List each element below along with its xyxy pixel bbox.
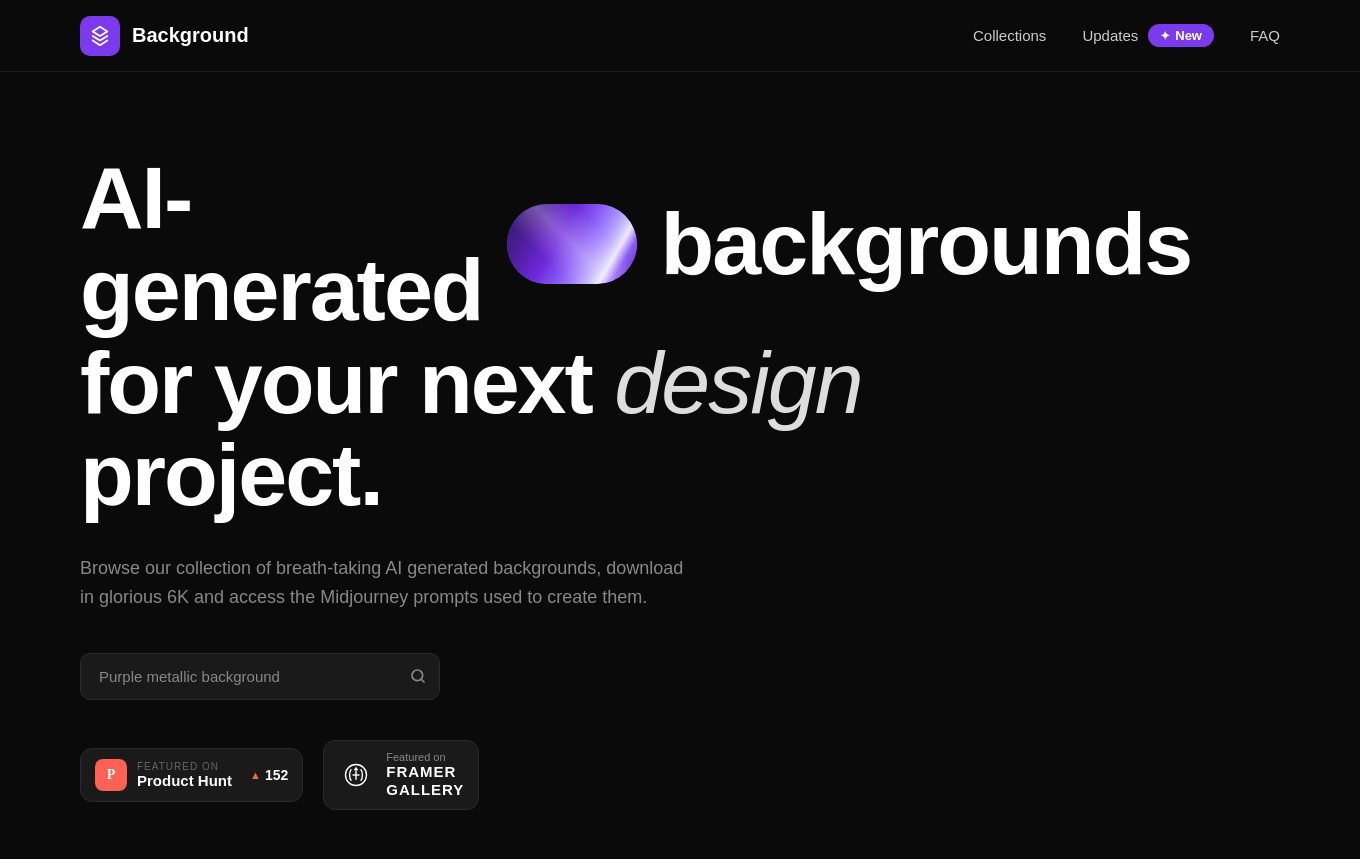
ph-count: 152 xyxy=(265,767,288,783)
ph-featured-on-label: FEATURED ON xyxy=(137,761,232,772)
hero-title: AI-generated backgrounds for your next d… xyxy=(80,152,1020,522)
hero-title-line2-part1: for your next xyxy=(80,333,592,432)
nav-updates[interactable]: Updates xyxy=(1082,27,1138,44)
framer-badge[interactable]: Featured on FRAMER GALLERY xyxy=(323,740,479,810)
ph-count-area: ▲ 152 xyxy=(250,767,288,783)
logo-icon xyxy=(80,16,120,56)
nav-collections[interactable]: Collections xyxy=(973,27,1046,44)
hero-title-part2: backgrounds xyxy=(661,198,1192,290)
updates-area: Updates ✦ New xyxy=(1082,24,1214,47)
new-badge-label: New xyxy=(1175,28,1202,43)
hero-section: AI-generated backgrounds for your next d… xyxy=(0,72,1100,859)
framer-logo xyxy=(338,757,374,793)
framer-gallery-name: FRAMER GALLERY xyxy=(386,763,464,799)
new-badge[interactable]: ✦ New xyxy=(1148,24,1214,47)
hero-title-part1: AI-generated xyxy=(80,152,483,337)
product-hunt-badge[interactable]: P FEATURED ON Product Hunt ▲ 152 xyxy=(80,748,303,802)
search-input[interactable] xyxy=(80,653,440,700)
product-hunt-text: FEATURED ON Product Hunt xyxy=(137,761,232,789)
product-hunt-logo: P xyxy=(95,759,127,791)
nav-links: Collections Updates ✦ New FAQ xyxy=(973,24,1280,47)
svg-line-1 xyxy=(421,680,424,683)
hero-description: Browse our collection of breath-taking A… xyxy=(80,554,800,613)
ph-arrow: ▲ xyxy=(250,769,261,781)
new-badge-star: ✦ xyxy=(1160,29,1170,43)
hero-title-italic: design xyxy=(614,333,861,432)
logo-text: Background xyxy=(132,24,249,47)
hero-title-line2-part2: project. xyxy=(80,425,382,524)
logo[interactable]: Background xyxy=(80,16,249,56)
search-wrapper xyxy=(80,653,440,700)
badge-row: P FEATURED ON Product Hunt ▲ 152 xyxy=(80,740,1020,810)
framer-featured-on-label: Featured on xyxy=(386,751,464,763)
hero-image-pill xyxy=(507,204,637,284)
ph-name: Product Hunt xyxy=(137,772,232,789)
framer-text: Featured on FRAMER GALLERY xyxy=(386,751,464,799)
nav-faq[interactable]: FAQ xyxy=(1250,27,1280,44)
search-button[interactable] xyxy=(410,668,426,684)
